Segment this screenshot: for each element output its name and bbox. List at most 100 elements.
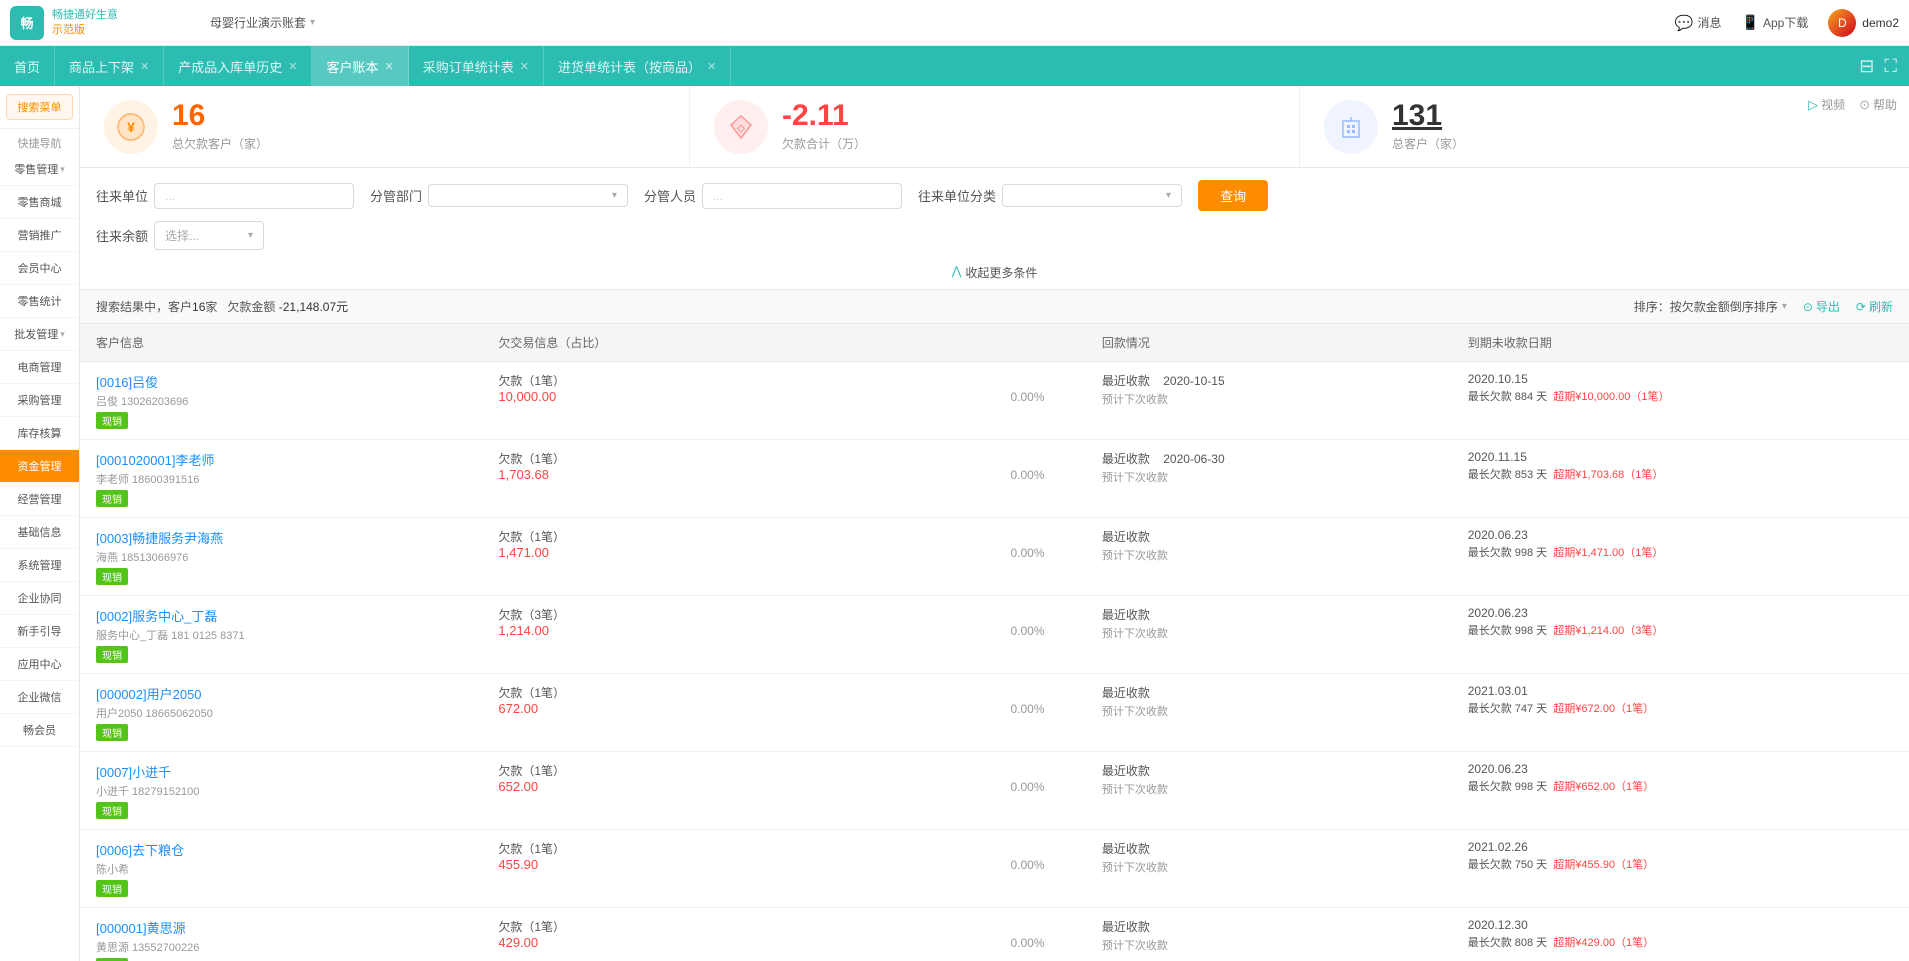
main-content: ¥ 16 总欠款客户（家） ◇ -2.11 欠款合计 <box>80 86 1909 961</box>
customer-tag: 现销 <box>96 724 128 741</box>
sidebar-item-finance[interactable]: 资金管理 <box>0 450 79 483</box>
stat1-label: 总欠款客户（家） <box>172 135 268 152</box>
filter-balance-select[interactable]: 选择... ▾ <box>154 221 264 250</box>
debt-amount[interactable]: 1,214.00 <box>498 623 549 638</box>
filter-row-1: 往来单位 ... 分管部门 ▾ 分管人员 ... <box>96 180 1893 211</box>
customer-name-link[interactable]: [0002]服务中心_丁磊 <box>96 606 466 625</box>
overdue-amount-link[interactable]: 超期¥672.00（1笔） <box>1553 703 1654 715</box>
debt-amount[interactable]: 1,703.68 <box>498 467 549 482</box>
diamond-icon: ◇ <box>727 113 755 141</box>
window-restore-btn[interactable]: ⊟ <box>1859 56 1874 77</box>
cell-debt-info: 欠款（1笔） 455.90 <box>482 830 994 908</box>
filter-category-select[interactable]: ▾ <box>1002 184 1182 207</box>
cell-debt-pct: 0.00% <box>994 440 1085 518</box>
tab-close-icon3[interactable]: ✕ <box>385 60 394 73</box>
sidebar-item-basic-info[interactable]: 基础信息 <box>0 516 79 549</box>
industry-label: 母婴行业演示账套 ▾ <box>210 14 315 31</box>
tab-production-history[interactable]: 产成品入库单历史 ✕ <box>164 46 312 86</box>
sidebar-item-marketing[interactable]: 营销推广 <box>0 219 79 252</box>
filter-source-input[interactable]: ... <box>154 183 354 209</box>
customer-name-link[interactable]: [0016]吕俊 <box>96 372 466 391</box>
cell-customer-info: [0007]小迸千 小迸千 18279152100 现销 <box>80 752 482 830</box>
filter-dept: 分管部门 ▾ <box>370 184 628 207</box>
sidebar-item-ecommerce[interactable]: 电商管理 <box>0 351 79 384</box>
cell-customer-info: [0001020001]李老师 李老师 18600391516 现销 <box>80 440 482 518</box>
tab-close-icon4[interactable]: ✕ <box>520 60 529 73</box>
debt-amount[interactable]: 455.90 <box>498 857 538 872</box>
stat2-value: -2.11 <box>782 101 866 131</box>
sidebar-item-enterprise-wechat[interactable]: 企业微信 <box>0 681 79 714</box>
filter-manager-input[interactable]: ... <box>702 183 902 209</box>
export-btn[interactable]: ⊙ 导出 <box>1803 298 1840 315</box>
building-icon <box>1337 113 1365 141</box>
cell-debt-pct: 0.00% <box>994 674 1085 752</box>
debt-count: 欠款（1笔） <box>498 372 978 389</box>
debt-amount[interactable]: 10,000.00 <box>498 389 556 404</box>
cell-debt-info: 欠款（1笔） 652.00 <box>482 752 994 830</box>
sidebar-item-retail-mall[interactable]: 零售商城 <box>0 186 79 219</box>
sidebar-item-inventory[interactable]: 库存核算 <box>0 417 79 450</box>
search-menu-btn[interactable]: 搜索菜单 <box>6 94 73 120</box>
overdue-amount-link[interactable]: 超期¥1,703.68（1笔） <box>1553 469 1663 481</box>
tab-customer-account[interactable]: 客户账本 ✕ <box>312 46 408 86</box>
sidebar-item-guide[interactable]: 新手引导 <box>0 615 79 648</box>
help-btn[interactable]: ⊙ 帮助 <box>1859 96 1897 113</box>
collapse-filters-btn[interactable]: ⋀ 收起更多条件 <box>96 260 1893 289</box>
tab-close-icon2[interactable]: ✕ <box>288 60 297 73</box>
sidebar-item-retail-stats[interactable]: 零售统计 <box>0 285 79 318</box>
customer-tag: 现销 <box>96 880 128 897</box>
sidebar-item-retail-mgmt[interactable]: 零售管理 ▾ <box>0 153 79 186</box>
overdue-amount-link[interactable]: 超期¥10,000.00（1笔） <box>1553 391 1669 403</box>
tab-purchase-stats[interactable]: 采购订单统计表 ✕ <box>409 46 544 86</box>
overdue-amount-link[interactable]: 超期¥1,214.00（3笔） <box>1553 625 1663 637</box>
message-btn[interactable]: 💬 消息 <box>1675 14 1722 32</box>
app-download-btn[interactable]: 📱 App下载 <box>1742 14 1809 31</box>
customer-name-link[interactable]: [000001]黄思源 <box>96 918 466 937</box>
cell-debt-pct: 0.00% <box>994 362 1085 440</box>
customer-phone: 海燕 18513066976 <box>96 549 466 565</box>
debt-amount[interactable]: 429.00 <box>498 935 538 950</box>
cell-recovery: 最近收款 2020-10-15 预计下次收款 <box>1086 362 1452 440</box>
sidebar-item-operations[interactable]: 经营管理 <box>0 483 79 516</box>
tab-close-icon[interactable]: ✕ <box>140 60 149 73</box>
window-expand-btn[interactable]: ⛶ <box>1884 56 1897 77</box>
sort-dropdown[interactable]: 排序：按欠款金额倒序排序 ▾ <box>1634 298 1787 315</box>
refresh-btn[interactable]: ⟳ 刷新 <box>1856 298 1893 315</box>
table-row: [0007]小迸千 小迸千 18279152100 现销 欠款（1笔） 652.… <box>80 752 1909 830</box>
tab-purchase-by-product[interactable]: 进货单统计表（按商品） ✕ <box>544 46 731 86</box>
logo-text: 畅捷通好生意 示范版 <box>52 8 118 37</box>
results-controls: 排序：按欠款金额倒序排序 ▾ ⊙ 导出 ⟳ 刷新 <box>1634 298 1893 315</box>
tab-product-listing[interactable]: 商品上下架 ✕ <box>55 46 164 86</box>
cell-debt-info: 欠款（1笔） 672.00 <box>482 674 994 752</box>
user-menu[interactable]: D demo2 <box>1828 9 1899 37</box>
sidebar-item-app-center[interactable]: 应用中心 <box>0 648 79 681</box>
customer-name-link[interactable]: [0001020001]李老师 <box>96 450 466 469</box>
customer-name-link[interactable]: [000002]用户2050 <box>96 684 466 703</box>
video-btn[interactable]: ▷ 视频 <box>1808 96 1845 113</box>
cell-debt-pct: 0.00% <box>994 518 1085 596</box>
overdue-amount-link[interactable]: 超期¥455.90（1笔） <box>1553 859 1654 871</box>
logo-area: 畅 畅捷通好生意 示范版 <box>10 6 210 40</box>
overdue-amount-link[interactable]: 超期¥1,471.00（1笔） <box>1553 547 1663 559</box>
debt-amount[interactable]: 652.00 <box>498 779 538 794</box>
overdue-amount-link[interactable]: 超期¥429.00（1笔） <box>1553 937 1654 949</box>
tab-home[interactable]: 首页 <box>0 46 55 86</box>
sidebar-item-member[interactable]: 会员中心 <box>0 252 79 285</box>
customer-name-link[interactable]: [0006]去下粮仓 <box>96 840 466 859</box>
filter-label-source: 往来单位 <box>96 186 148 205</box>
sidebar-item-purchase[interactable]: 采购管理 <box>0 384 79 417</box>
sidebar-item-wholesale-mgmt[interactable]: 批发管理 ▾ <box>0 318 79 351</box>
tab-close-icon5[interactable]: ✕ <box>707 60 716 73</box>
sidebar-item-system[interactable]: 系统管理 <box>0 549 79 582</box>
overdue-amount-link[interactable]: 超期¥652.00（1笔） <box>1553 781 1654 793</box>
cell-debt-pct: 0.00% <box>994 752 1085 830</box>
customer-name-link[interactable]: [0003]畅捷服务尹海燕 <box>96 528 466 547</box>
customer-name-link[interactable]: [0007]小迸千 <box>96 762 466 781</box>
sidebar-item-collaboration[interactable]: 企业协同 <box>0 582 79 615</box>
filter-dept-select[interactable]: ▾ <box>428 184 628 207</box>
sidebar-item-vip[interactable]: 畅会员 <box>0 714 79 747</box>
query-btn[interactable]: 查询 <box>1198 180 1268 211</box>
due-date: 2020.10.15 <box>1468 372 1893 386</box>
debt-amount[interactable]: 672.00 <box>498 701 538 716</box>
debt-amount[interactable]: 1,471.00 <box>498 545 549 560</box>
